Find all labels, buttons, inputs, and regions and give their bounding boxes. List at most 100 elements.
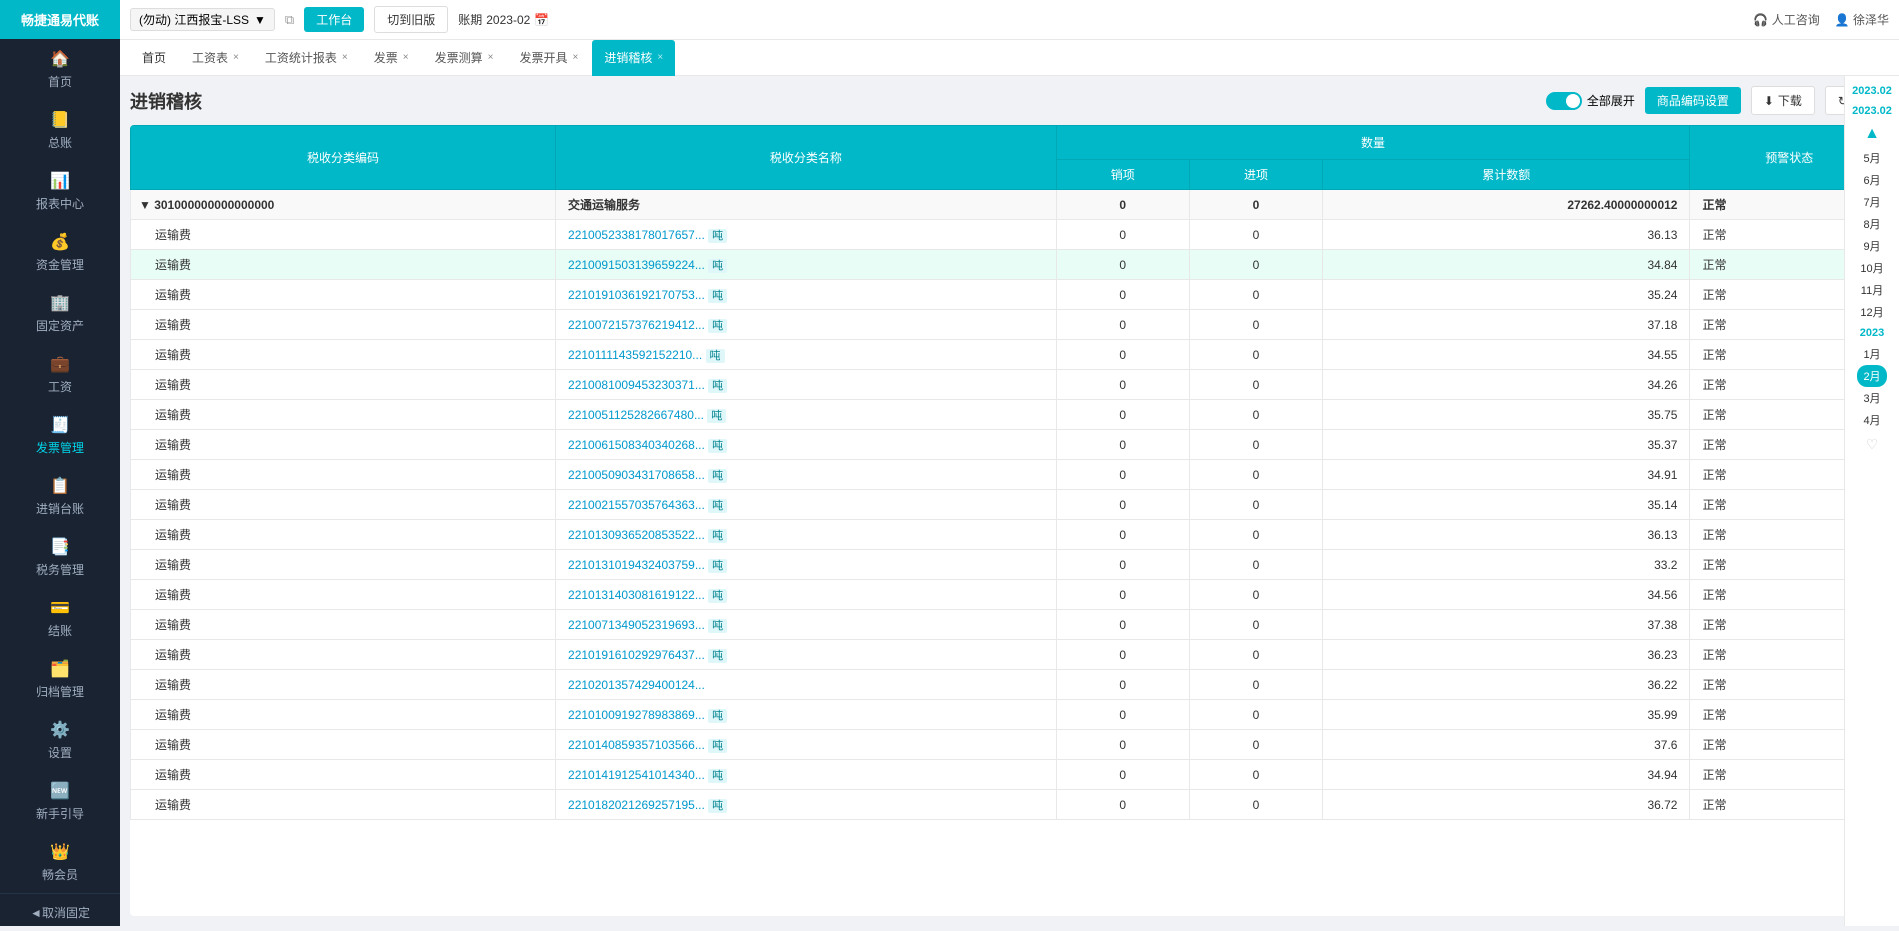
unpin-button[interactable]: ◄ 取消固定 bbox=[0, 893, 120, 931]
sidebar-item-guide[interactable]: 🆕 新手引导 bbox=[0, 771, 120, 832]
table-row[interactable]: 运输费 2210050903431708658... 吨 0 0 34.91 正… bbox=[131, 460, 1889, 490]
month-5[interactable]: 5月 bbox=[1861, 147, 1882, 169]
month-7[interactable]: 7月 bbox=[1861, 191, 1882, 213]
item-name: 运输费 bbox=[131, 430, 556, 460]
switch-version-button[interactable]: 切到旧版 bbox=[374, 6, 448, 33]
expand-toggle[interactable] bbox=[1546, 92, 1582, 110]
tab-payroll-stats-close[interactable]: × bbox=[342, 52, 348, 63]
col-header-name: 税收分类名称 bbox=[556, 126, 1057, 190]
item-purchase: 0 bbox=[1189, 250, 1322, 280]
sidebar-item-funds-label: 资金管理 bbox=[36, 256, 84, 273]
month-10[interactable]: 10月 bbox=[1858, 257, 1885, 279]
month-1[interactable]: 1月 bbox=[1861, 343, 1882, 365]
item-name: 运输费 bbox=[131, 580, 556, 610]
sidebar-item-sales[interactable]: 📋 进销台账 bbox=[0, 466, 120, 527]
right-panel-year-2023-02-top[interactable]: 2023.02 bbox=[1845, 81, 1899, 101]
sidebar-item-reports[interactable]: 📊 报表中心 bbox=[0, 161, 120, 222]
table-row[interactable]: 运输费 2210081009453230371... 吨 0 0 34.26 正… bbox=[131, 370, 1889, 400]
sidebar-item-reports-label: 报表中心 bbox=[36, 195, 84, 212]
product-code-settings-button[interactable]: 商品编码设置 bbox=[1645, 87, 1741, 114]
support-button[interactable]: 🎧 人工咨询 bbox=[1753, 11, 1819, 28]
item-sales: 0 bbox=[1056, 700, 1189, 730]
tab-payroll-table-close[interactable]: × bbox=[233, 52, 239, 63]
item-cumulative: 37.6 bbox=[1323, 730, 1690, 760]
table-row[interactable]: 运输费 2210100919278983869... 吨 0 0 35.99 正… bbox=[131, 700, 1889, 730]
tab-invoice-open[interactable]: 发票开具 × bbox=[507, 40, 590, 76]
sidebar-item-home[interactable]: 🏠 首页 bbox=[0, 39, 120, 100]
favorite-icon[interactable]: ♡ bbox=[1866, 436, 1879, 453]
table-row[interactable]: 运输费 2210052338178017657... 吨 0 0 36.13 正… bbox=[131, 220, 1889, 250]
tab-invoice-close[interactable]: × bbox=[403, 52, 409, 63]
table-row[interactable]: 运输费 2210072157376219412... 吨 0 0 37.18 正… bbox=[131, 310, 1889, 340]
item-cumulative: 36.23 bbox=[1323, 640, 1690, 670]
table-row[interactable]: ▼ 301000000000000000 交通运输服务 0 0 27262.40… bbox=[131, 190, 1889, 220]
sidebar-item-assets[interactable]: 🏢 固定资产 bbox=[0, 283, 120, 344]
table-row[interactable]: 运输费 2210051125282667480... 吨 0 0 35.75 正… bbox=[131, 400, 1889, 430]
tab-invoice-calc-close[interactable]: × bbox=[488, 52, 494, 63]
item-cumulative: 36.13 bbox=[1323, 520, 1690, 550]
tab-payroll-table[interactable]: 工资表 × bbox=[180, 40, 251, 76]
expand-toggle-label: 全部展开 bbox=[1587, 92, 1635, 109]
table-row[interactable]: 运输费 2210091503139659224... 吨 0 0 34.84 正… bbox=[131, 250, 1889, 280]
item-cumulative: 36.22 bbox=[1323, 670, 1690, 700]
workspace-button[interactable]: 工作台 bbox=[304, 7, 364, 32]
tab-home[interactable]: 首页 bbox=[130, 40, 178, 76]
tab-payroll-stats[interactable]: 工资统计报表 × bbox=[253, 40, 360, 76]
month-2-current[interactable]: 2月 bbox=[1857, 365, 1887, 387]
ledger-icon: 📒 bbox=[50, 110, 70, 130]
month-6[interactable]: 6月 bbox=[1861, 169, 1882, 191]
item-purchase: 0 bbox=[1189, 280, 1322, 310]
month-4[interactable]: 4月 bbox=[1861, 409, 1882, 431]
sidebar-item-settle[interactable]: 💳 结账 bbox=[0, 588, 120, 649]
table-row[interactable]: 运输费 2210140859357103566... 吨 0 0 37.6 正常 bbox=[131, 730, 1889, 760]
table-row[interactable]: 运输费 2210130936520853522... 吨 0 0 36.13 正… bbox=[131, 520, 1889, 550]
calendar-icon[interactable]: 📅 bbox=[534, 13, 549, 27]
sidebar-item-payroll[interactable]: 💼 工资 bbox=[0, 344, 120, 405]
table-row[interactable]: 运输费 2210201357429400124... 0 0 36.22 正常 bbox=[131, 670, 1889, 700]
user-avatar[interactable]: 👤 徐泽华 bbox=[1835, 11, 1889, 28]
right-panel-year-2023-02-2[interactable]: 2023.02 bbox=[1845, 101, 1899, 121]
table-row[interactable]: 运输费 2210131019432403759... 吨 0 0 33.2 正常 bbox=[131, 550, 1889, 580]
month-3[interactable]: 3月 bbox=[1861, 387, 1882, 409]
sidebar-item-member[interactable]: 👑 畅会员 bbox=[0, 832, 120, 893]
download-button[interactable]: ⬇ 下载 bbox=[1751, 86, 1815, 115]
tab-home-label: 首页 bbox=[142, 49, 166, 66]
table-row[interactable]: 运输费 2210071349052319693... 吨 0 0 37.38 正… bbox=[131, 610, 1889, 640]
table-row[interactable]: 运输费 2210111143592152210... 吨 0 0 34.55 正… bbox=[131, 340, 1889, 370]
copy-icon[interactable]: ⧉ bbox=[285, 12, 294, 28]
item-code: 2210072157376219412... 吨 bbox=[556, 310, 1057, 340]
sidebar-item-funds[interactable]: 💰 资金管理 bbox=[0, 222, 120, 283]
item-code: 2210141912541014340... 吨 bbox=[556, 760, 1057, 790]
month-8[interactable]: 8月 bbox=[1861, 213, 1882, 235]
tab-invoice[interactable]: 发票 × bbox=[362, 40, 421, 76]
tab-invoice-calc[interactable]: 发票测算 × bbox=[423, 40, 506, 76]
unpin-text: 取消固定 bbox=[42, 904, 90, 921]
item-cumulative: 35.14 bbox=[1323, 490, 1690, 520]
sidebar-item-invoice[interactable]: 🧾 发票管理 bbox=[0, 405, 120, 466]
table-row[interactable]: 运输费 2210191036192170753... 吨 0 0 35.24 正… bbox=[131, 280, 1889, 310]
table-row[interactable]: 运输费 2210191610292976437... 吨 0 0 36.23 正… bbox=[131, 640, 1889, 670]
item-cumulative: 34.84 bbox=[1323, 250, 1690, 280]
sidebar-item-settings[interactable]: ⚙️ 设置 bbox=[0, 710, 120, 771]
month-12[interactable]: 12月 bbox=[1858, 301, 1885, 323]
month-9[interactable]: 9月 bbox=[1861, 235, 1882, 257]
tab-invoice-open-close[interactable]: × bbox=[572, 52, 578, 63]
company-selector[interactable]: (勿动) 江西报宝-LSS ▼ bbox=[130, 8, 275, 31]
table-row[interactable]: 运输费 2210141912541014340... 吨 0 0 34.94 正… bbox=[131, 760, 1889, 790]
chevron-down-icon: ▼ bbox=[254, 13, 266, 27]
sidebar-item-ledger[interactable]: 📒 总账 bbox=[0, 100, 120, 161]
sidebar-item-archive[interactable]: 🗂️ 归档管理 bbox=[0, 649, 120, 710]
scroll-up-button[interactable]: ▲ bbox=[1845, 121, 1899, 147]
table-row[interactable]: 运输费 2210182021269257195... 吨 0 0 36.72 正… bbox=[131, 790, 1889, 820]
item-sales: 0 bbox=[1056, 220, 1189, 250]
sidebar-item-settings-label: 设置 bbox=[48, 744, 72, 761]
table-row[interactable]: 运输费 2210021557035764363... 吨 0 0 35.14 正… bbox=[131, 490, 1889, 520]
tab-reconcile[interactable]: 进销稽核 × bbox=[592, 40, 675, 76]
table-row[interactable]: 运输费 2210131403081619122... 吨 0 0 34.56 正… bbox=[131, 580, 1889, 610]
table-row[interactable]: 运输费 2210061508340340268... 吨 0 0 35.37 正… bbox=[131, 430, 1889, 460]
tab-reconcile-close[interactable]: × bbox=[657, 52, 663, 63]
item-code: 2210131019432403759... 吨 bbox=[556, 550, 1057, 580]
app-logo: 畅捷通易代账 bbox=[0, 0, 120, 39]
sidebar-item-tax[interactable]: 📑 税务管理 bbox=[0, 527, 120, 588]
month-11[interactable]: 11月 bbox=[1859, 279, 1885, 301]
